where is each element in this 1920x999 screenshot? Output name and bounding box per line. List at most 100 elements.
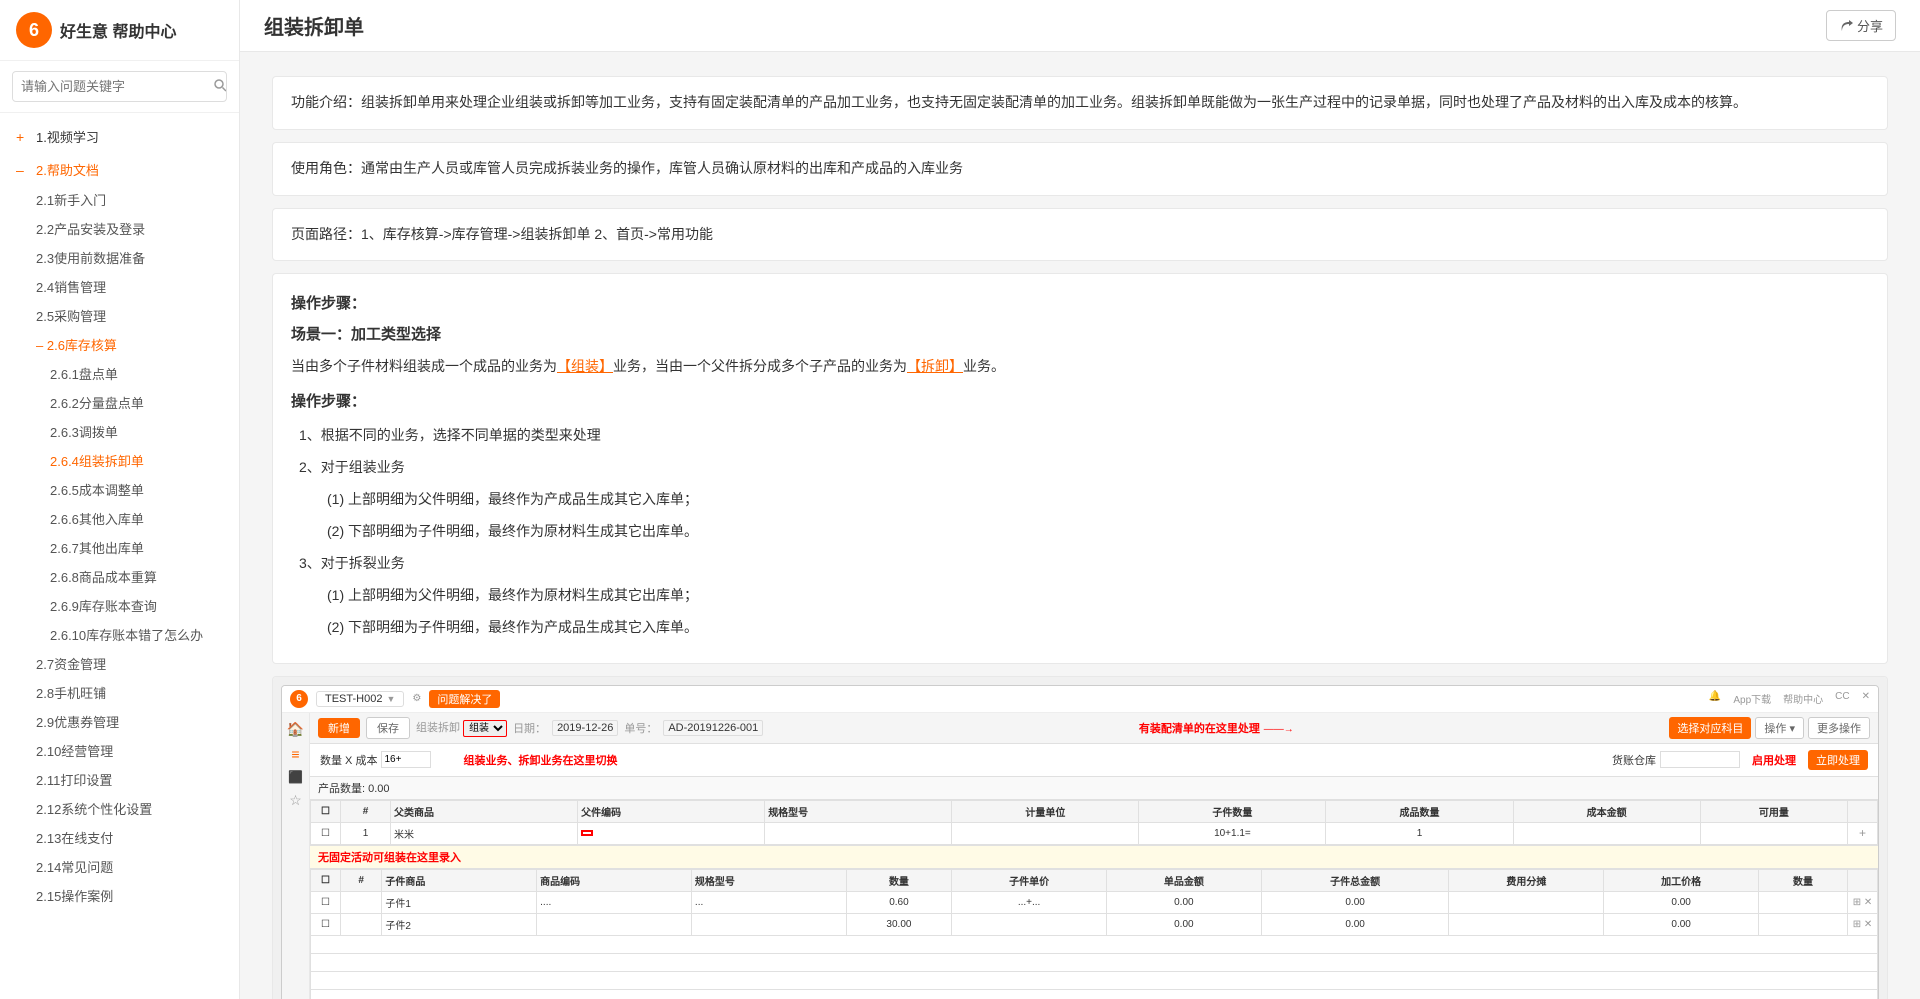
td2-2-qty: 30.00: [846, 913, 951, 935]
search-icon: [213, 78, 227, 92]
annotation-3-text: 组装业务、拆卸业务在这里切换: [463, 755, 617, 767]
feedback-btn[interactable]: 问题解决了: [429, 690, 500, 708]
form-details: 数量 X 成本 组装业务、拆卸业务在这里切换 货账仓库: [310, 744, 1878, 777]
type-field: 组装拆卸 组装 拆卸: [416, 719, 507, 737]
annotation-arrow-1: ——→: [1264, 724, 1294, 735]
company-select[interactable]: TEST-H002 ▼: [316, 691, 404, 707]
td2-1-tamt: 0.00: [1261, 891, 1449, 913]
td2-2-item: 子件2: [382, 913, 537, 935]
sidebar-item-sales[interactable]: 2.4销售管理: [0, 272, 239, 301]
app-nav-bar: 6 TEST-H002 ▼ ⚙ 问题解决了 🔔 App下载 帮助中心 CC: [282, 686, 1878, 713]
row2-copy-icon[interactable]: ⊞: [1853, 919, 1861, 930]
td2-1-chk: ☐: [311, 891, 341, 913]
sidebar-item-ops-mgmt[interactable]: 2.10经营管理: [0, 736, 239, 765]
func-intro-text: 功能介绍：组装拆卸单用来处理企业组装或拆卸等加工业务，支持有固定装配清单的产品加…: [291, 94, 1747, 110]
th-unit: 计量单位: [952, 800, 1139, 822]
td-child-qty: 10+1.1=: [1139, 822, 1326, 844]
step-list: 1、根据不同的业务，选择不同单据的类型来处理 2、对于组装业务 (1) 上部明细…: [299, 421, 1869, 641]
sidebar-item-print[interactable]: 2.11打印设置: [0, 765, 239, 794]
annotation-5-text: 无固定活动可组装在这里录入: [318, 849, 461, 865]
section-bar: 产品数量: 0.00: [310, 777, 1878, 800]
confirm-btn[interactable]: 选择对应科目: [1669, 717, 1751, 739]
sidebar-item-mobile[interactable]: 2.8手机旺铺: [0, 678, 239, 707]
company-name: TEST-H002: [325, 693, 382, 705]
disassembly-link: 【拆卸】: [907, 358, 963, 374]
apply-btn[interactable]: 立即处理: [1808, 750, 1868, 770]
td2-1-ops: ⊞ ✕: [1848, 891, 1878, 913]
qty-label: 数量 X 成本: [320, 752, 377, 768]
sidebar-item-install[interactable]: 2.2产品安装及登录: [0, 214, 239, 243]
sidebar-item-newcomer[interactable]: 2.1新手入门: [0, 185, 239, 214]
sidebar-item-finance[interactable]: 2.7资金管理: [0, 649, 239, 678]
td-empty-4: [311, 989, 1878, 999]
type-select[interactable]: 组装 拆卸: [463, 720, 507, 737]
sidebar-item-docs[interactable]: – 2.帮助文档: [0, 154, 239, 185]
sidebar-item-online-pay[interactable]: 2.13在线支付: [0, 823, 239, 852]
share-button[interactable]: 分享: [1826, 10, 1896, 41]
new-btn[interactable]: 新增: [318, 718, 360, 738]
upper-table-area: ☐ # 父类商品 父件编码 规格型号 计量单位 子件数量 成品数量: [310, 800, 1878, 845]
annotation-1-text: 有装配清单的在这里处理: [1139, 723, 1260, 735]
app-mini-sidebar: 🏠 ≡ ⬛ ☆: [282, 713, 310, 999]
sidebar-item-transfer[interactable]: 2.6.3调拨单: [0, 417, 239, 446]
sidebar-item-label: 2.帮助文档: [36, 160, 99, 179]
td-avail: [1700, 822, 1847, 844]
row-add-icon[interactable]: +: [1859, 826, 1866, 840]
page-path-text: 页面路径：1、库存核算->库存管理->组装拆卸单 2、首页->常用功能: [291, 226, 713, 242]
sidebar-item-other-outbound[interactable]: 2.6.7其他出库单: [0, 533, 239, 562]
app-small-logo: 6: [290, 690, 308, 708]
assembly-link: 【组装】: [557, 358, 613, 374]
more2-btn[interactable]: 更多操作: [1808, 717, 1870, 739]
td2-1-uprice: ...+...: [952, 891, 1107, 913]
scenario1-title: 场景一：加工类型选择: [291, 323, 1869, 344]
sidebar-item-inventory[interactable]: – 2.6库存核算: [0, 330, 239, 359]
func-intro-block: 功能介绍：组装拆卸单用来处理企业组装或拆卸等加工业务，支持有固定装配清单的产品加…: [272, 76, 1888, 130]
date-value: 2019-12-26: [552, 720, 618, 736]
sidebar-item-data-prep[interactable]: 2.3使用前数据准备: [0, 243, 239, 272]
search-input[interactable]: [13, 73, 205, 100]
code-input-highlighted[interactable]: [581, 830, 593, 836]
td-cost: [1513, 822, 1700, 844]
sidebar-item-system-settings[interactable]: 2.12系统个性化设置: [0, 794, 239, 823]
sidebar-item-case[interactable]: 2.15操作案例: [0, 881, 239, 910]
td-row-ops: +: [1848, 822, 1878, 844]
search-box: [12, 71, 227, 102]
row-del-icon[interactable]: ✕: [1864, 897, 1872, 908]
qty-input[interactable]: [381, 751, 431, 768]
sidebar-item-label: 1.视频学习: [36, 127, 99, 146]
sidebar-item-ledger-fix[interactable]: 2.6.10库存账本错了怎么办: [0, 620, 239, 649]
expand-icon: +: [16, 130, 30, 144]
app-logo-text: 好生意 帮助中心: [60, 18, 176, 42]
sidebar: 6 好生意 帮助中心 + 1.视频学习 – 2.帮助文: [0, 0, 240, 999]
main-content: 组装拆卸单 分享 功能介绍：组装拆卸单用来处理企业组装或拆卸等加工业务，支持有固…: [240, 0, 1920, 999]
step-3-1-text: (1) 上部明细为父件明细，最终作为原材料生成其它出库单；: [327, 587, 698, 603]
sidebar-item-video[interactable]: + 1.视频学习: [0, 121, 239, 152]
td2-2-spec: [691, 913, 846, 935]
step-2-2-text: (2) 下部明细为子件明细，最终作为原材料生成其它出库单。: [327, 523, 698, 539]
sidebar-item-partial-check[interactable]: 2.6.2分量盘点单: [0, 388, 239, 417]
sidebar-item-cost-adjust[interactable]: 2.6.5成本调整单: [0, 475, 239, 504]
step-2-2: (2) 下部明细为子件明细，最终作为原材料生成其它出库单。: [327, 517, 1869, 545]
child-row-empty-1: [311, 935, 1878, 953]
sidebar-item-faq[interactable]: 2.14常见问题: [0, 852, 239, 881]
row-copy-icon[interactable]: ⊞: [1853, 897, 1861, 908]
search-button[interactable]: [205, 72, 227, 101]
sidebar-item-coupon[interactable]: 2.9优惠券管理: [0, 707, 239, 736]
sidebar-item-ledger-query[interactable]: 2.6.9库存账本查询: [0, 591, 239, 620]
app-window: 6 TEST-H002 ▼ ⚙ 问题解决了 🔔 App下载 帮助中心 CC: [281, 685, 1879, 999]
warehouse-label: 货账仓库: [1612, 752, 1656, 768]
warehouse-input[interactable]: [1660, 751, 1740, 768]
th-child-qty: 子件数量: [1139, 800, 1326, 822]
th-checkbox: ☐: [311, 800, 341, 822]
more-btn[interactable]: 操作 ▾: [1755, 717, 1804, 739]
section-label: 产品数量: 0.00: [318, 780, 390, 796]
td2-2-code: [537, 913, 692, 935]
sidebar-item-assembly[interactable]: 2.6.4组装拆卸单: [0, 446, 239, 475]
sidebar-item-purchase[interactable]: 2.5采购管理: [0, 301, 239, 330]
child-row-2: ☐ 子件2 30.00 0.00 0.0: [311, 913, 1878, 935]
sidebar-item-other-inbound[interactable]: 2.6.6其他入库单: [0, 504, 239, 533]
save-btn[interactable]: 保存: [366, 717, 410, 739]
sidebar-item-inventory-check[interactable]: 2.6.1盘点单: [0, 359, 239, 388]
row2-del-icon[interactable]: ✕: [1864, 919, 1872, 930]
sidebar-item-cost-recalc[interactable]: 2.6.8商品成本重算: [0, 562, 239, 591]
